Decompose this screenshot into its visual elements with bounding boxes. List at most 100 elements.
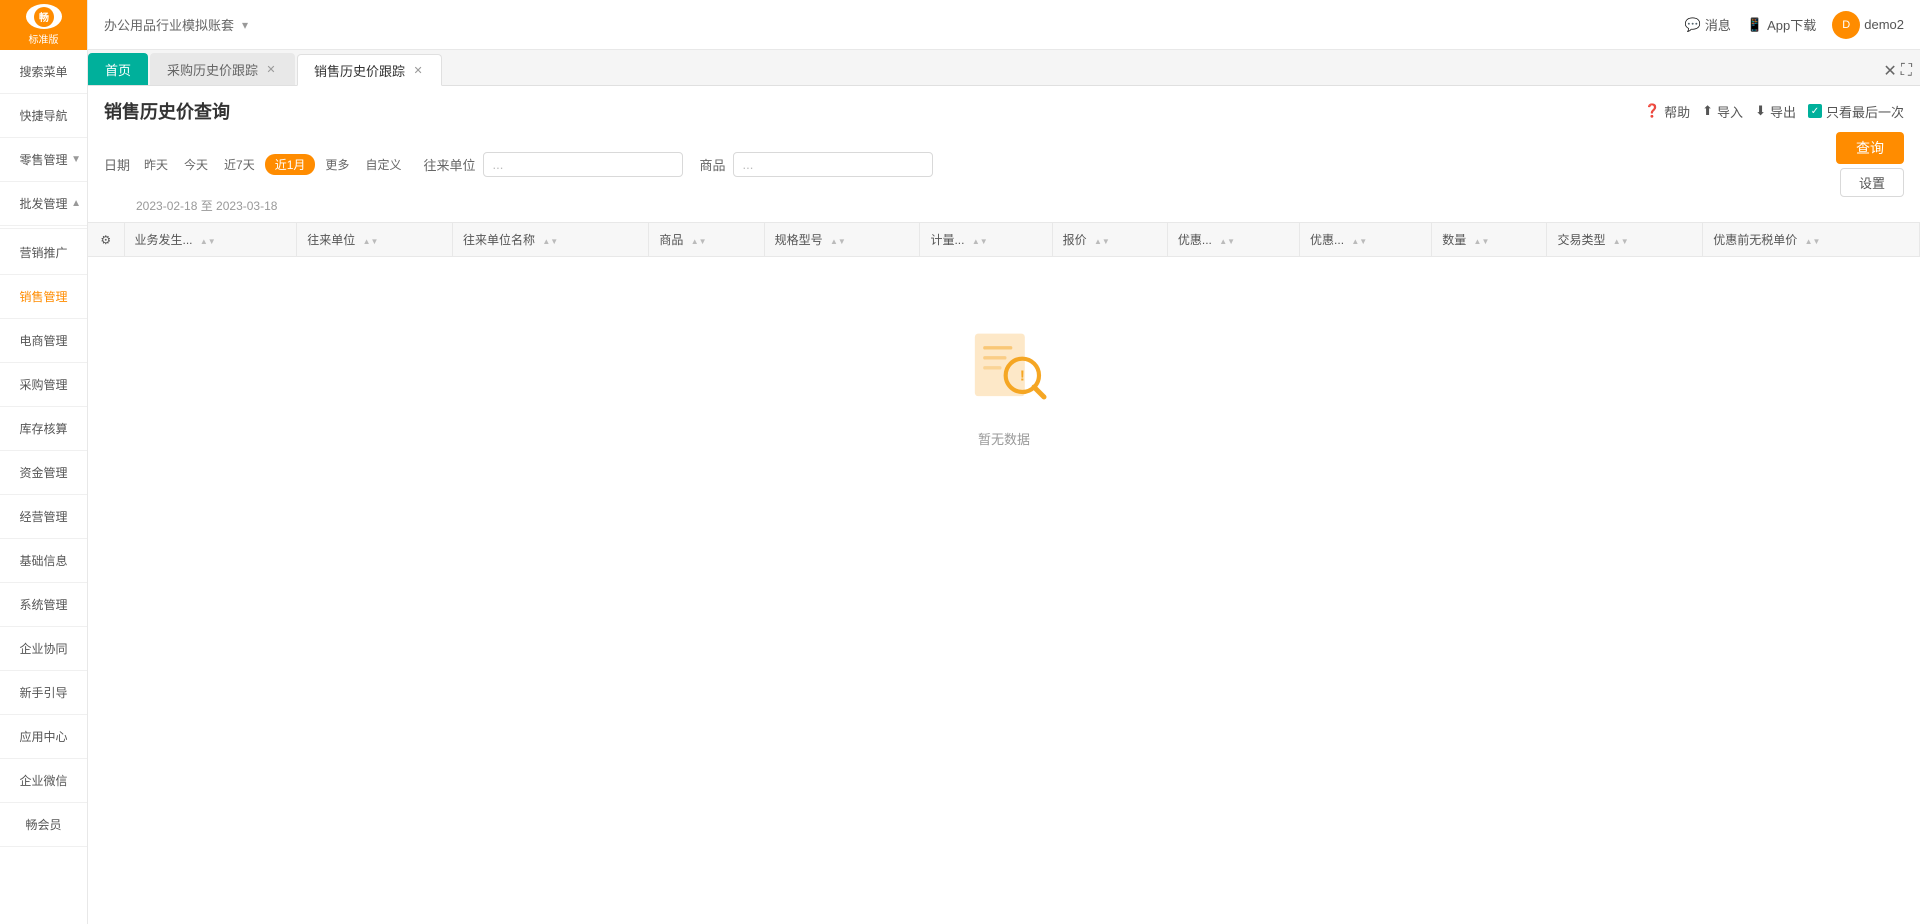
sidebar-item-label: 畅会员 [25,816,61,833]
th-discount2[interactable]: 优惠... ▲▼ [1300,223,1432,257]
topbar-left: 办公用品行业模拟账套 ▾ [104,15,248,34]
sidebar-item-guide[interactable]: 新手引导 [0,671,87,715]
sidebar-item-search-menu[interactable]: 搜索菜单 [0,50,87,94]
th-partner[interactable]: 往来单位 ▲▼ [297,223,453,257]
sidebar-item-label: 电商管理 [19,332,67,349]
sidebar-item-label: 销售管理 [19,288,67,305]
sidebar-item-label: 应用中心 [19,728,67,745]
import-button[interactable]: ⬆ 导入 [1702,102,1743,121]
th-partner-label: 往来单位 [307,233,355,247]
sidebar-item-app-center[interactable]: 应用中心 [0,715,87,759]
th-product[interactable]: 商品 ▲▼ [649,223,764,257]
sidebar-item-purchase-mgmt[interactable]: 采购管理 [0,363,87,407]
th-unit-label: 计量... [930,233,964,247]
export-button[interactable]: ⬇ 导出 [1755,102,1796,121]
last-only-checkbox[interactable]: ✓ [1808,104,1822,118]
sidebar-item-retail-mgmt[interactable]: 零售管理 ▼ [0,138,87,182]
tab-purchase[interactable]: 采购历史价跟踪 ✕ [150,53,295,85]
tab-sales-label: 销售历史价跟踪 [314,61,405,80]
th-settings[interactable]: ⚙ [88,223,124,257]
sidebar-item-finance-mgmt[interactable]: 资金管理 [0,451,87,495]
tab-sales[interactable]: 销售历史价跟踪 ✕ [297,54,442,86]
th-discount2-label: 优惠... [1310,233,1344,247]
sidebar-item-quick-nav[interactable]: 快捷导航 [0,94,87,138]
tab-sales-close[interactable]: ✕ [411,63,425,77]
action-buttons: 查询 设置 [1836,132,1904,197]
product-input-dots: ... [742,157,753,172]
sidebar: 畅 标准版 搜索菜单 快捷导航 零售管理 ▼ 批发管理 ▲ 营销推广 销售管理 … [0,0,88,924]
partner-filter: 往来单位 ... [423,152,683,177]
product-input[interactable]: ... [733,152,933,177]
close-all-icon[interactable]: ✕ [1883,61,1896,81]
th-spec[interactable]: 规格型号 ▲▼ [764,223,920,257]
settings-button[interactable]: 设置 [1840,168,1904,197]
last-only-label: 只看最后一次 [1826,102,1904,121]
date-range-text: 2023-02-18 至 2023-03-18 [136,199,277,213]
topbar: 办公用品行业模拟账套 ▾ 💬 消息 📱 App下载 D demo2 [88,0,1920,50]
settings-icon: ⚙ [100,233,111,247]
date-tab-today[interactable]: 今天 [178,154,214,175]
sidebar-item-label: 企业协同 [19,640,67,657]
import-label: 导入 [1717,102,1743,121]
sidebar-item-sales-mgmt[interactable]: 销售管理 [0,275,87,319]
page-actions: ❓ 帮助 ⬆ 导入 ⬇ 导出 ✓ 只看最后一次 [1644,102,1904,121]
message-button[interactable]: 💬 消息 [1685,15,1731,34]
sidebar-item-enterprise-collab[interactable]: 企业协同 [0,627,87,671]
page-title: 销售历史价查询 [104,98,230,124]
th-qty[interactable]: 数量 ▲▼ [1432,223,1547,257]
sidebar-item-system-mgmt[interactable]: 系统管理 [0,583,87,627]
help-label: 帮助 [1664,102,1690,121]
date-tab-1month[interactable]: 近1月 [265,154,316,175]
sidebar-item-ecommerce-mgmt[interactable]: 电商管理 [0,319,87,363]
date-tab-yesterday[interactable]: 昨天 [138,154,174,175]
sidebar-item-wechat-work[interactable]: 企业微信 [0,759,87,803]
sidebar-item-wholesale-mgmt[interactable]: 批发管理 ▲ [0,182,87,226]
sort-arrows: ▲▼ [830,237,846,246]
app-download-button[interactable]: 📱 App下载 [1747,15,1816,34]
th-quote-label: 报价 [1063,233,1087,247]
sidebar-item-label: 经营管理 [19,508,67,525]
th-biz-date[interactable]: 业务发生... ▲▼ [124,223,297,257]
user-menu-button[interactable]: D demo2 [1832,11,1904,39]
partner-label: 往来单位 [423,155,475,174]
sidebar-item-base-info[interactable]: 基础信息 [0,539,87,583]
date-tab-more[interactable]: 更多 [319,154,355,175]
sidebar-item-member[interactable]: 畅会员 [0,803,87,847]
th-spec-label: 规格型号 [775,233,823,247]
th-qty-label: 数量 [1442,233,1466,247]
sidebar-item-inventory[interactable]: 库存核算 [0,407,87,451]
empty-state: ! 暂无数据 [88,257,1920,508]
sort-arrows: ▲▼ [1613,237,1629,246]
sidebar-item-label: 营销推广 [19,244,67,261]
dropdown-icon[interactable]: ▾ [242,18,248,32]
product-filter: 商品 ... [699,152,933,177]
th-partner-name[interactable]: 往来单位名称 ▲▼ [453,223,649,257]
tab-home-label: 首页 [105,60,131,79]
th-unit[interactable]: 计量... ▲▼ [920,223,1052,257]
help-button[interactable]: ❓ 帮助 [1644,102,1690,121]
tab-home[interactable]: 首页 [88,53,148,85]
last-only-checkbox-container[interactable]: ✓ 只看最后一次 [1808,102,1904,121]
main-table: ⚙ 业务发生... ▲▼ 往来单位 ▲▼ 往来单位名称 ▲▼ [88,223,1920,257]
tab-purchase-close[interactable]: ✕ [264,63,278,77]
sidebar-item-operation-mgmt[interactable]: 经营管理 [0,495,87,539]
sidebar-divider [0,228,87,229]
app-download-label: App下载 [1767,15,1816,34]
product-label: 商品 [699,155,725,174]
partner-input[interactable]: ... [483,152,683,177]
date-tab-custom[interactable]: 自定义 [359,154,407,175]
sidebar-item-marketing[interactable]: 营销推广 [0,231,87,275]
table-wrap: ⚙ 业务发生... ▲▼ 往来单位 ▲▼ 往来单位名称 ▲▼ [88,222,1920,924]
th-quote[interactable]: 报价 ▲▼ [1052,223,1167,257]
date-range-display: 2023-02-18 至 2023-03-18 [88,197,1920,222]
sidebar-item-label: 零售管理 [19,151,67,168]
th-pretax-price[interactable]: 优惠前无税单价 ▲▼ [1703,223,1920,257]
query-button[interactable]: 查询 [1836,132,1904,164]
th-discount1[interactable]: 优惠... ▲▼ [1167,223,1299,257]
fullscreen-icon[interactable]: ⛶ [1901,62,1912,80]
date-tab-7days[interactable]: 近7天 [218,154,261,175]
th-trade-type[interactable]: 交易类型 ▲▼ [1547,223,1703,257]
sidebar-item-label: 快捷导航 [19,107,67,124]
sort-arrows: ▲▼ [1219,237,1235,246]
content-area: 销售历史价查询 ❓ 帮助 ⬆ 导入 ⬇ 导出 ✓ 只看最后一次 [88,86,1920,924]
